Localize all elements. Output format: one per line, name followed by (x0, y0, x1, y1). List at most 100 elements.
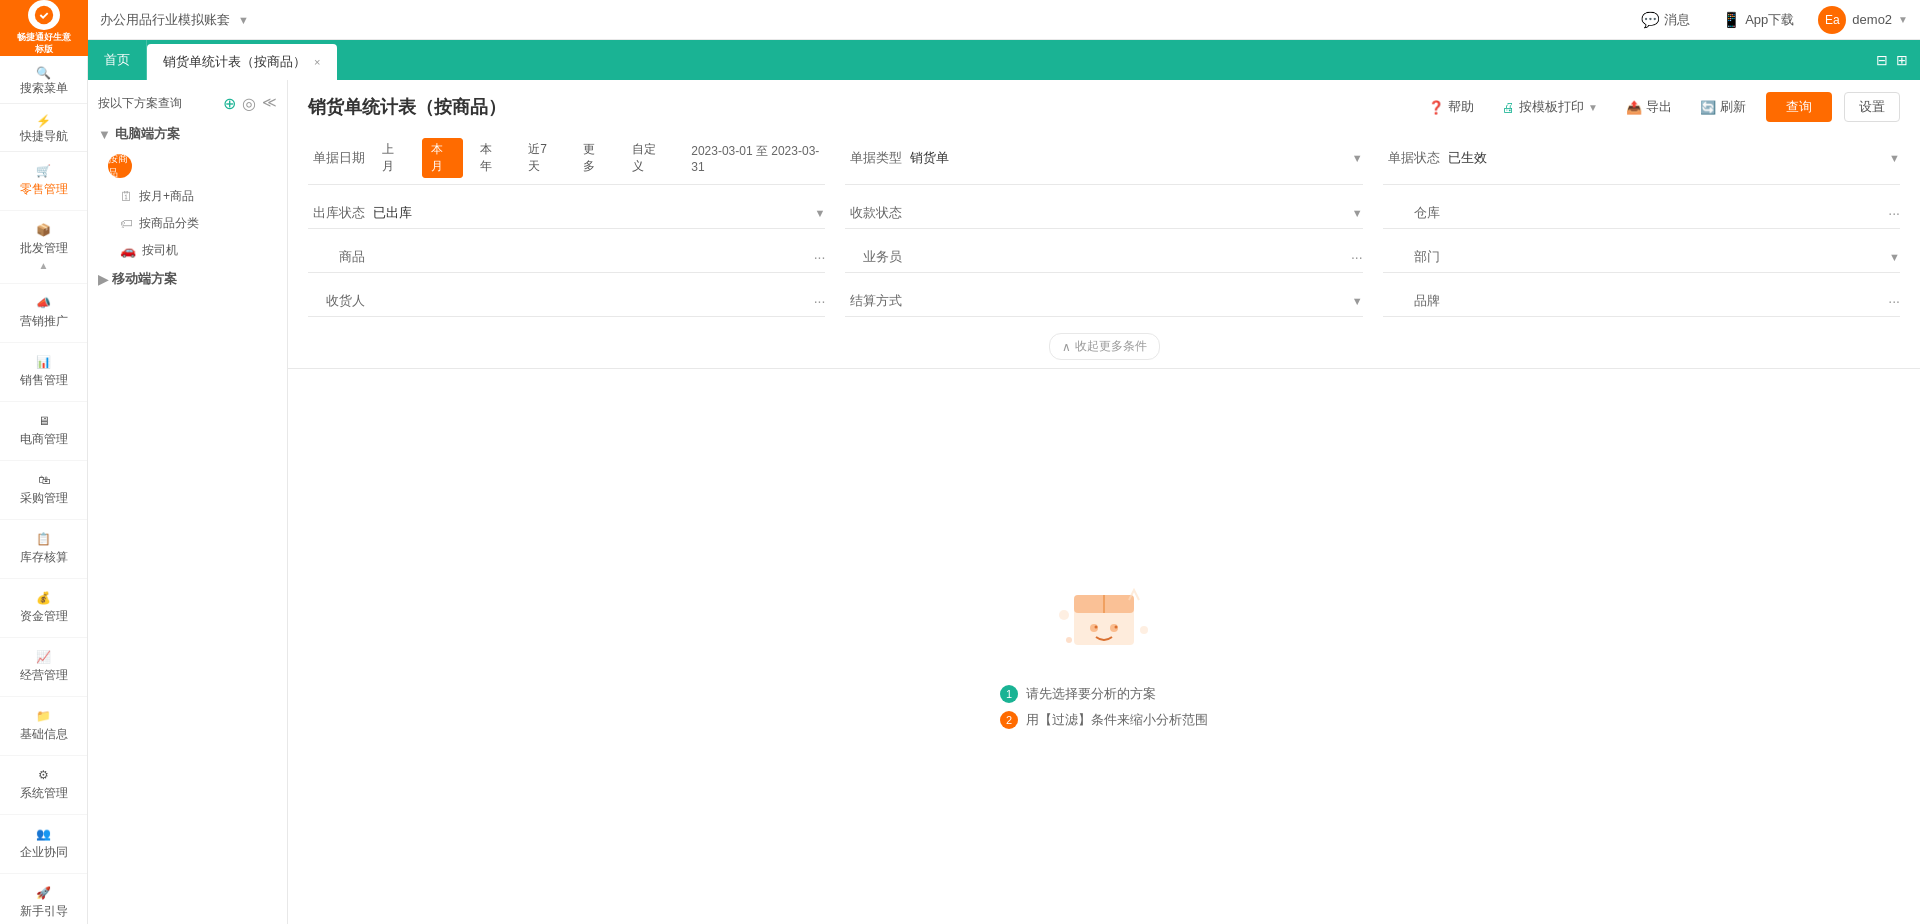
wholesale-label: 批发管理 (20, 240, 68, 257)
export-btn[interactable]: 📤 导出 (1618, 94, 1680, 120)
newbie-label: 新手引导 (20, 903, 68, 920)
basic-info-icon: 📁 (36, 709, 51, 723)
date-range-text: 2023-03-01 至 2023-03-31 (691, 143, 825, 174)
settings-scheme-icon[interactable]: ◎ (242, 94, 256, 113)
payment-status-dropdown[interactable]: ▼ (1352, 207, 1363, 219)
tab-home[interactable]: 首页 (88, 40, 147, 80)
tree-item-by-goods[interactable]: 按商品 (88, 149, 287, 183)
sidebar-item-system[interactable]: ⚙ 系统管理 (0, 756, 87, 815)
add-scheme-icon[interactable]: ⊕ (223, 94, 236, 113)
query-btn[interactable]: 查询 (1766, 92, 1832, 122)
sidebar-item-marketing[interactable]: 📣 营销推广 (0, 284, 87, 343)
sidebar-item-purchase[interactable]: 🛍 采购管理 (0, 461, 87, 520)
logo-subtitle: 标版 (35, 43, 53, 56)
filter-receiver: 收货人 ··· (308, 285, 825, 317)
purchase-icon: 🛍 (38, 473, 50, 487)
filter-date: 单据日期 上月 本月 本年 近7天 更多 自定义 2023-03-01 至 20… (308, 132, 825, 185)
brand-ellipsis[interactable]: ··· (1888, 293, 1900, 309)
tab-expand-icon[interactable]: ⊞ (1896, 52, 1908, 68)
sidebar-logo: 畅捷通好生意 标版 (0, 0, 88, 56)
settings-btn[interactable]: 设置 (1844, 92, 1900, 122)
goods-ellipsis[interactable]: ··· (814, 249, 826, 265)
page-header: 销货单统计表（按商品） ❓ 帮助 🖨 按模板打印 ▼ 📤 (288, 80, 1920, 369)
refresh-btn[interactable]: 🔄 刷新 (1692, 94, 1754, 120)
payment-status-label: 收款状态 (845, 204, 910, 222)
system-icon: ⚙ (38, 768, 49, 782)
sidebar-item-inventory[interactable]: 📋 库存核算 (0, 520, 87, 579)
collapse-panel-icon[interactable]: ≪ (262, 94, 277, 113)
sidebar-item-wholesale[interactable]: 📦 批发管理 ▲ (0, 211, 87, 284)
filter-goods: 商品 ··· (308, 241, 825, 273)
salesman-ellipsis[interactable]: ··· (1351, 249, 1363, 265)
filter-row-2: 出库状态 已出库 ▼ 收款状态 ▼ (308, 197, 1900, 241)
date-btn-thismonth[interactable]: 本月 (422, 138, 463, 178)
retail-label: 零售管理 (20, 181, 68, 198)
tab-minimize-icon[interactable]: ⊟ (1876, 52, 1888, 68)
search-icon: 🔍 (8, 66, 79, 80)
warehouse-status-value: 已出库 (373, 204, 412, 222)
sidebar-item-newbie[interactable]: 🚀 新手引导 (0, 874, 87, 924)
date-btn-last7[interactable]: 近7天 (519, 138, 566, 178)
user-info[interactable]: Ea demo2 ▼ (1818, 6, 1908, 34)
finance-icon: 💰 (36, 591, 51, 605)
industry-selector[interactable]: 办公用品行业模拟账套 (100, 11, 230, 29)
receiver-ellipsis[interactable]: ··· (814, 293, 826, 309)
payment-method-dropdown[interactable]: ▼ (1352, 295, 1363, 307)
sales-icon: 📊 (36, 355, 51, 369)
sidebar-item-finance[interactable]: 💰 资金管理 (0, 579, 87, 638)
tree-item-by-driver[interactable]: 🚗 按司机 (88, 237, 287, 264)
industry-dropdown-icon[interactable]: ▼ (238, 14, 249, 26)
department-dropdown[interactable]: ▼ (1889, 251, 1900, 263)
tree-item-by-category[interactable]: 🏷 按商品分类 (88, 210, 287, 237)
doc-status-dropdown[interactable]: ▼ (1889, 152, 1900, 164)
tab-active[interactable]: 销货单统计表（按商品） × (147, 44, 337, 80)
svg-point-10 (1066, 637, 1072, 643)
tree-item-by-month-goods[interactable]: 🗓 按月+商品 (88, 183, 287, 210)
print-btn[interactable]: 🖨 按模板打印 ▼ (1494, 94, 1606, 120)
tree-group-mobile[interactable]: ▶ 移动端方案 (88, 264, 287, 294)
left-panel: 按以下方案查询 ⊕ ◎ ≪ ▼ 电脑端方案 按商品 🗓 (88, 80, 288, 924)
tip-text-2: 用【过滤】条件来缩小分析范围 (1026, 711, 1208, 729)
payment-status-content: ▼ (910, 207, 1362, 219)
main-area: 办公用品行业模拟账套 ▼ 💬 消息 📱 App下载 Ea demo2 ▼ 首 (88, 0, 1920, 924)
date-content: 上月 本月 本年 近7天 更多 自定义 2023-03-01 至 2023-03… (373, 138, 825, 178)
page-actions: ❓ 帮助 🖨 按模板打印 ▼ 📤 导出 🔄 (1420, 92, 1900, 122)
newbie-icon: 🚀 (36, 886, 51, 900)
date-btn-more[interactable]: 更多 (574, 138, 615, 178)
app-download-icon: 📱 (1722, 11, 1741, 29)
refresh-label: 刷新 (1720, 98, 1746, 116)
filter-payment-method: 结算方式 ▼ (845, 285, 1362, 317)
doc-type-dropdown[interactable]: ▼ (1352, 152, 1363, 164)
messages-icon: 💬 (1641, 11, 1660, 29)
date-btn-thisyear[interactable]: 本年 (471, 138, 512, 178)
department-content: ▼ (1448, 251, 1900, 263)
quick-nav-icon: ⚡ (8, 114, 79, 128)
sidebar-item-basic-info[interactable]: 📁 基础信息 (0, 697, 87, 756)
collapse-btn[interactable]: ∧ 收起更多条件 (1049, 333, 1160, 360)
date-btn-custom[interactable]: 自定义 (623, 138, 675, 178)
warehouse-status-dropdown[interactable]: ▼ (814, 207, 825, 219)
wholesale-icon: 📦 (36, 223, 51, 237)
sidebar-quick-nav[interactable]: ⚡ 快捷导航 (0, 104, 87, 152)
brand-label: 品牌 (1383, 292, 1448, 310)
sidebar-item-operations[interactable]: 📈 经营管理 (0, 638, 87, 697)
sidebar-item-ecommerce[interactable]: 🖥 电商管理 (0, 402, 87, 461)
help-btn[interactable]: ❓ 帮助 (1420, 94, 1482, 120)
app-download-btn[interactable]: 📱 App下载 (1714, 7, 1802, 33)
sidebar-item-retail[interactable]: 🛒 零售管理 (0, 152, 87, 211)
date-btn-lastmonth[interactable]: 上月 (373, 138, 414, 178)
system-label: 系统管理 (20, 785, 68, 802)
doc-status-content: 已生效 ▼ (1448, 149, 1900, 167)
tree-group-pc[interactable]: ▼ 电脑端方案 (88, 119, 287, 149)
messages-btn[interactable]: 💬 消息 (1633, 7, 1698, 33)
sidebar-item-sales[interactable]: 📊 销售管理 (0, 343, 87, 402)
sidebar-search[interactable]: 🔍 搜索菜单 (0, 56, 87, 104)
avatar: Ea (1818, 6, 1846, 34)
warehouse-ellipsis[interactable]: ··· (1888, 205, 1900, 221)
tab-close-icon[interactable]: × (314, 56, 320, 68)
sidebar-item-enterprise[interactable]: 👥 企业协同 (0, 815, 87, 874)
tree-label-driver: 按司机 (142, 242, 178, 259)
collapse-icon: ∧ (1062, 340, 1071, 354)
content-area: 按以下方案查询 ⊕ ◎ ≪ ▼ 电脑端方案 按商品 🗓 (88, 80, 1920, 924)
doc-type-content: 销货单 ▼ (910, 149, 1362, 167)
